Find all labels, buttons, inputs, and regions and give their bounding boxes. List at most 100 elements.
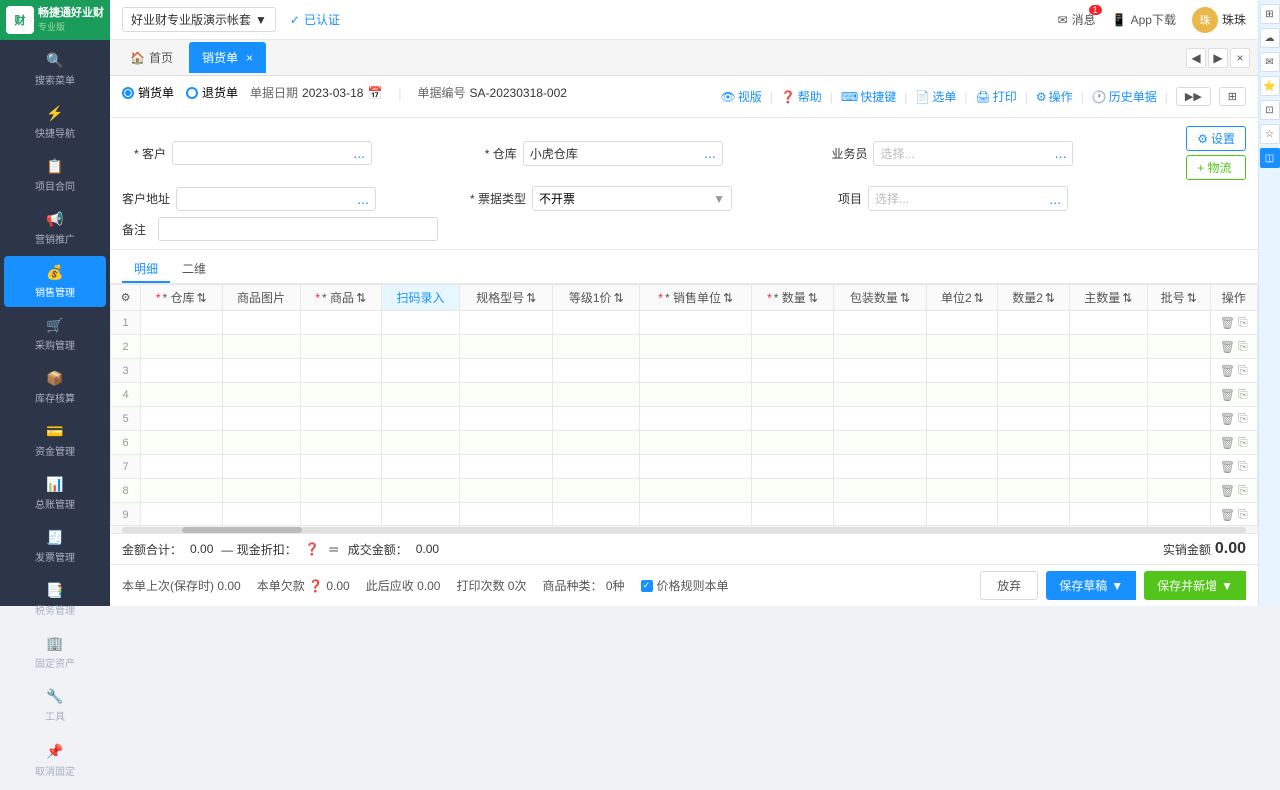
copy-icon[interactable]: ⎘ [1238,411,1248,426]
cell[interactable] [222,503,300,526]
save-new-button[interactable]: 保存并新增 ▼ [1144,571,1246,600]
cell[interactable] [1147,479,1210,503]
cell[interactable] [553,383,640,407]
sidebar-item-tools[interactable]: 🔧 工具 [4,680,106,731]
cell[interactable] [1147,503,1210,526]
cell[interactable] [300,455,382,479]
delete-icon[interactable]: 🗑 [1220,364,1235,378]
cell[interactable] [222,431,300,455]
cell[interactable] [998,311,1069,335]
cell[interactable] [141,479,223,503]
cell[interactable] [752,407,834,431]
cell[interactable] [141,455,223,479]
collapse-button[interactable]: ⊞ [1219,87,1246,106]
cell[interactable] [1147,311,1210,335]
cell[interactable] [1069,479,1147,503]
cell[interactable] [222,335,300,359]
cell[interactable] [1147,407,1210,431]
cell[interactable] [222,455,300,479]
cell[interactable] [752,503,834,526]
cell[interactable] [927,335,998,359]
cell[interactable] [382,407,460,431]
tab-home[interactable]: 🏠 首页 [118,43,185,72]
cell[interactable]: 🗑⎘ [1210,503,1257,526]
copy-icon[interactable]: ⎘ [1238,507,1248,522]
cell[interactable] [752,383,834,407]
note-input[interactable] [158,217,438,241]
cell[interactable] [300,335,382,359]
cell[interactable] [998,383,1069,407]
delete-icon[interactable]: 🗑 [1220,436,1235,450]
cell[interactable] [833,359,926,383]
cell[interactable] [752,455,834,479]
sidebar-item-fixed-assets[interactable]: 🏢 固定资产 [4,627,106,678]
right-icon-7[interactable]: ◫ [1260,148,1280,168]
cell[interactable] [553,335,640,359]
th-settings[interactable]: ⚙ [111,285,141,311]
tab-next-button[interactable]: ▶ [1208,48,1228,68]
debt-help-icon[interactable]: ❓ [308,579,323,593]
cell[interactable] [382,359,460,383]
cell[interactable] [460,479,553,503]
cell[interactable] [640,431,752,455]
project-input[interactable]: 选择... ... [868,186,1068,211]
radio-return-order[interactable]: 退货单 [186,84,238,101]
delete-icon[interactable]: 🗑 [1220,340,1235,354]
cell[interactable] [382,503,460,526]
cell[interactable] [300,311,382,335]
copy-icon[interactable]: ⎘ [1238,387,1248,402]
cell[interactable] [640,407,752,431]
cell[interactable] [927,431,998,455]
cell[interactable] [141,359,223,383]
delete-icon[interactable]: 🗑 [1220,484,1235,498]
cell[interactable] [460,455,553,479]
cell[interactable] [998,479,1069,503]
cell[interactable] [1069,431,1147,455]
sidebar-item-project[interactable]: 📋 项目合同 [4,150,106,201]
cell[interactable] [833,455,926,479]
sidebar-item-search[interactable]: 🔍 搜索菜单 [4,44,106,95]
cell[interactable] [382,455,460,479]
copy-icon[interactable]: ⎘ [1238,435,1248,450]
cell[interactable] [300,407,382,431]
calendar-icon[interactable]: 📅 [367,86,382,100]
cell[interactable] [927,383,998,407]
cell[interactable] [752,311,834,335]
user-profile[interactable]: 珠 珠珠 [1192,7,1246,33]
cell[interactable] [222,359,300,383]
invoice-select[interactable]: 不开票 ▼ [532,186,732,211]
cell[interactable] [300,383,382,407]
cell[interactable] [1069,455,1147,479]
add-logistics-button[interactable]: + 物流 [1186,155,1246,180]
cell[interactable]: 🗑⎘ [1210,311,1257,335]
cell[interactable] [640,479,752,503]
cell[interactable] [833,383,926,407]
customer-input[interactable]: ... [172,141,372,165]
cell[interactable] [833,431,926,455]
discount-help-icon[interactable]: ❓ [305,542,320,556]
cell[interactable] [553,431,640,455]
tab-prev-button[interactable]: ◀ [1186,48,1206,68]
tab-close-all-button[interactable]: × [1230,48,1250,68]
cell[interactable]: 🗑⎘ [1210,359,1257,383]
cell[interactable] [927,479,998,503]
cell[interactable] [553,359,640,383]
cell[interactable] [382,479,460,503]
cell[interactable] [927,455,998,479]
cell[interactable] [1069,335,1147,359]
cell[interactable]: 🗑⎘ [1210,455,1257,479]
expand-button[interactable]: ▶▶ [1176,87,1211,106]
app-download-button[interactable]: 📱 App下载 [1112,11,1176,28]
cell[interactable] [141,431,223,455]
cell[interactable] [382,383,460,407]
sidebar-item-marketing[interactable]: 📢 营销推广 [4,203,106,254]
cell[interactable] [222,311,300,335]
scroll-thumb[interactable] [182,527,302,533]
sidebar-item-unpin[interactable]: 📌 取消固定 [4,735,106,786]
cell[interactable] [460,431,553,455]
cell[interactable] [1069,503,1147,526]
cell[interactable] [927,359,998,383]
cell[interactable] [1147,431,1210,455]
cell[interactable] [1147,383,1210,407]
tab-close-icon[interactable]: × [246,51,253,65]
